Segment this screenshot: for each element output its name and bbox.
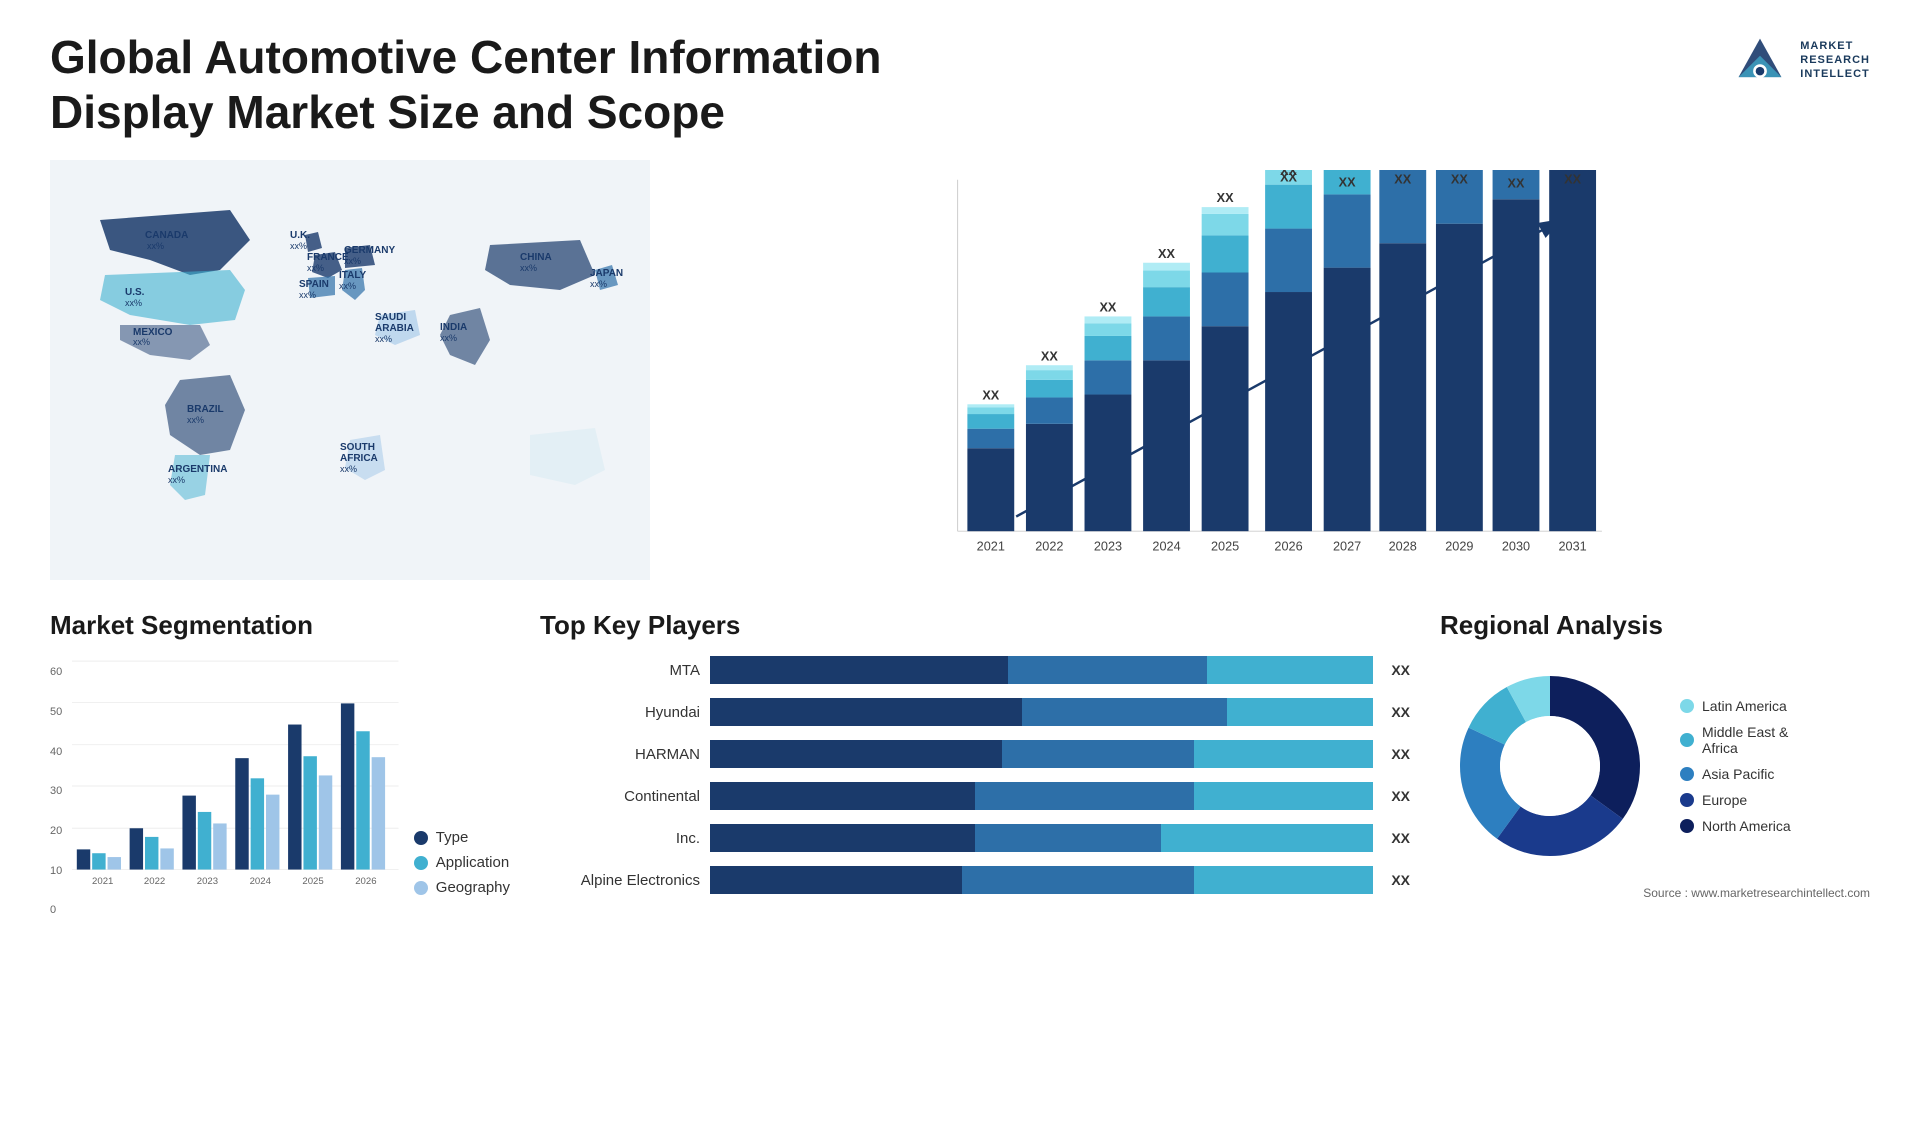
- svg-text:ARGENTINA: ARGENTINA: [168, 464, 227, 475]
- svg-text:2023: 2023: [1094, 540, 1122, 554]
- svg-text:BRAZIL: BRAZIL: [187, 404, 224, 415]
- svg-text:XX: XX: [1217, 192, 1234, 206]
- logo-icon: [1730, 30, 1790, 90]
- svg-text:2031: 2031: [1559, 540, 1587, 554]
- svg-text:XX: XX: [1451, 173, 1468, 187]
- svg-text:GERMANY: GERMANY: [344, 245, 395, 256]
- svg-text:XX: XX: [1158, 247, 1175, 261]
- svg-text:xx%: xx%: [590, 279, 607, 289]
- player-row-mta: MTA XX: [540, 656, 1410, 684]
- legend-dot-type: [414, 831, 428, 845]
- growth-chart-svg: XX 2021 XX 2022 XX 2023: [690, 170, 1850, 580]
- top-players-section: Top Key Players MTA XX Hy: [540, 610, 1410, 950]
- legend-dot-geography: [414, 881, 428, 895]
- regional-legend: Latin America Middle East &Africa Asia P…: [1680, 698, 1791, 834]
- svg-text:SOUTH: SOUTH: [340, 442, 375, 453]
- svg-text:2024: 2024: [1152, 540, 1180, 554]
- legend-north-america: North America: [1680, 818, 1791, 834]
- svg-text:xx%: xx%: [307, 263, 324, 273]
- growth-chart-section: XX 2021 XX 2022 XX 2023: [670, 160, 1870, 590]
- player-row-harman: HARMAN XX: [540, 740, 1410, 768]
- legend-asia-pacific: Asia Pacific: [1680, 766, 1791, 782]
- segmentation-title: Market Segmentation: [50, 610, 510, 641]
- svg-text:2022: 2022: [1035, 540, 1063, 554]
- svg-text:xx%: xx%: [440, 333, 457, 343]
- svg-text:CHINA: CHINA: [520, 252, 552, 263]
- svg-text:xx%: xx%: [299, 290, 316, 300]
- svg-text:2022: 2022: [144, 876, 165, 887]
- svg-text:FRANCE: FRANCE: [307, 252, 349, 263]
- legend-application: Application: [414, 854, 510, 871]
- logo-area: MARKET RESEARCH INTELLECT: [1730, 30, 1870, 90]
- svg-text:2024: 2024: [250, 876, 272, 887]
- svg-text:2030: 2030: [1502, 540, 1530, 554]
- svg-text:XX: XX: [1041, 350, 1058, 364]
- svg-text:xx%: xx%: [147, 241, 164, 251]
- source-text: Source : www.marketresearchintellect.com: [1440, 886, 1870, 900]
- svg-text:2029: 2029: [1445, 540, 1473, 554]
- svg-text:XX: XX: [1280, 171, 1297, 185]
- legend-dot-application: [414, 856, 428, 870]
- svg-text:xx%: xx%: [344, 256, 361, 266]
- svg-text:2025: 2025: [1211, 540, 1239, 554]
- svg-text:JAPAN: JAPAN: [590, 268, 623, 279]
- svg-text:U.S.: U.S.: [125, 287, 145, 298]
- world-map-svg: CANADA xx% U.S. xx% MEXICO xx% BRAZIL xx…: [50, 160, 650, 580]
- svg-text:xx%: xx%: [375, 334, 392, 344]
- svg-text:xx%: xx%: [339, 281, 356, 291]
- svg-text:xx%: xx%: [133, 337, 150, 347]
- player-row-alpine: Alpine Electronics XX: [540, 866, 1410, 894]
- player-row-hyundai: Hyundai XX: [540, 698, 1410, 726]
- svg-text:XX: XX: [1394, 173, 1411, 187]
- svg-text:U.K.: U.K.: [290, 230, 310, 241]
- header: Global Automotive Center Information Dis…: [50, 30, 1870, 140]
- svg-text:ARABIA: ARABIA: [375, 323, 414, 334]
- svg-text:2025: 2025: [303, 876, 324, 887]
- legend-mea: Middle East &Africa: [1680, 724, 1791, 756]
- legend-europe: Europe: [1680, 792, 1791, 808]
- svg-text:xx%: xx%: [125, 298, 142, 308]
- svg-text:xx%: xx%: [168, 475, 185, 485]
- svg-text:xx%: xx%: [290, 241, 307, 251]
- svg-text:XX: XX: [982, 389, 999, 403]
- legend-type: Type: [414, 829, 510, 846]
- regional-content: Latin America Middle East &Africa Asia P…: [1440, 656, 1870, 876]
- svg-text:2028: 2028: [1389, 540, 1417, 554]
- svg-text:xx%: xx%: [187, 415, 204, 425]
- svg-text:2021: 2021: [977, 540, 1005, 554]
- logo-text: MARKET RESEARCH INTELLECT: [1800, 39, 1870, 82]
- player-row-continental: Continental XX: [540, 782, 1410, 810]
- regional-analysis-section: Regional Analysis: [1440, 610, 1870, 950]
- regional-title: Regional Analysis: [1440, 610, 1870, 641]
- svg-text:CANADA: CANADA: [145, 230, 188, 241]
- svg-text:xx%: xx%: [520, 263, 537, 273]
- market-segmentation-section: Market Segmentation 0 10 20 30 40 50 60: [50, 610, 510, 950]
- legend-geography: Geography: [414, 879, 510, 896]
- svg-text:2026: 2026: [355, 876, 376, 887]
- svg-text:XX: XX: [1339, 176, 1356, 190]
- svg-text:2027: 2027: [1333, 540, 1361, 554]
- svg-text:SAUDI: SAUDI: [375, 312, 406, 323]
- svg-text:xx%: xx%: [340, 464, 357, 474]
- svg-text:AFRICA: AFRICA: [340, 453, 378, 464]
- segmentation-chart-svg: 2021 2022 2023 2024: [72, 656, 399, 916]
- svg-text:XX: XX: [1508, 177, 1525, 191]
- svg-text:XX: XX: [1564, 173, 1581, 187]
- svg-text:2026: 2026: [1274, 540, 1302, 554]
- player-row-inc: Inc. XX: [540, 824, 1410, 852]
- world-map-section: CANADA xx% U.S. xx% MEXICO xx% BRAZIL xx…: [50, 160, 650, 590]
- legend-latin-america: Latin America: [1680, 698, 1791, 714]
- players-list: MTA XX Hyundai: [540, 656, 1410, 894]
- svg-text:ITALY: ITALY: [339, 270, 367, 281]
- svg-text:INDIA: INDIA: [440, 322, 467, 333]
- svg-text:SPAIN: SPAIN: [299, 279, 329, 290]
- page-title: Global Automotive Center Information Dis…: [50, 30, 950, 140]
- players-title: Top Key Players: [540, 610, 1410, 641]
- donut-chart: [1440, 656, 1660, 876]
- svg-text:XX: XX: [1099, 301, 1116, 315]
- svg-text:2023: 2023: [197, 876, 218, 887]
- svg-text:2021: 2021: [92, 876, 113, 887]
